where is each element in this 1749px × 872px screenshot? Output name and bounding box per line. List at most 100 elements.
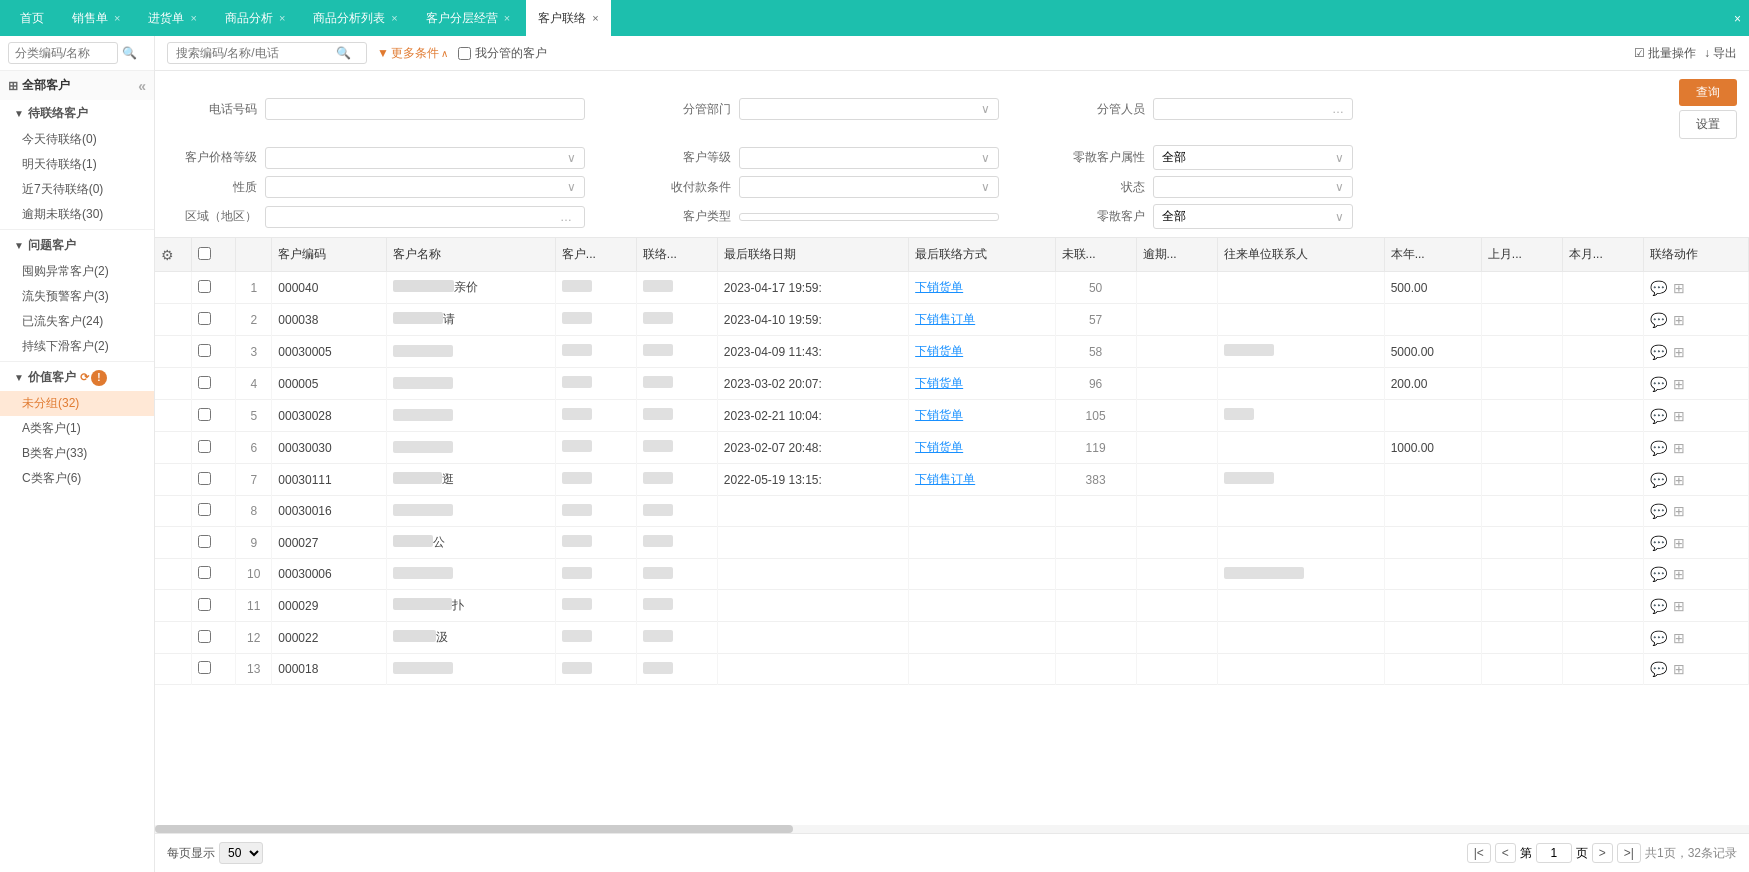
sidebar-item-lost[interactable]: 已流失客户(24): [0, 309, 154, 334]
row-checkbox-input[interactable]: [198, 566, 211, 579]
sidebar-item-overdue[interactable]: 逾期未联络(30): [0, 202, 154, 227]
filter-price-grade-select[interactable]: ∨: [265, 147, 585, 169]
qrcode-icon[interactable]: ⊞: [1673, 503, 1685, 519]
th-type[interactable]: 客户...: [555, 238, 636, 272]
horizontal-scrollbar[interactable]: [155, 825, 1749, 833]
qrcode-icon[interactable]: ⊞: [1673, 344, 1685, 360]
th-name[interactable]: 客户名称: [386, 238, 555, 272]
row-checkbox-input[interactable]: [198, 440, 211, 453]
sidebar-search-input[interactable]: [8, 42, 118, 64]
sidebar-item-declining[interactable]: 持续下滑客户(2): [0, 334, 154, 359]
qrcode-icon[interactable]: ⊞: [1673, 312, 1685, 328]
nav-tab-customer-segment[interactable]: 客户分层经营 ×: [414, 0, 522, 36]
close-all-button[interactable]: ×: [1734, 9, 1741, 27]
last-page-button[interactable]: >|: [1617, 843, 1641, 863]
th-contact[interactable]: 联络...: [636, 238, 717, 272]
per-page-select[interactable]: 50: [219, 842, 263, 864]
sidebar-item-a-class[interactable]: A类客户(1): [0, 416, 154, 441]
search-icon[interactable]: 🔍: [122, 46, 137, 60]
search-icon[interactable]: 🔍: [336, 46, 351, 60]
last-way-link[interactable]: 下销货单: [915, 344, 963, 358]
qrcode-icon[interactable]: ⊞: [1673, 440, 1685, 456]
filter-ctype-select[interactable]: [739, 213, 999, 221]
nav-tab-analysis-list[interactable]: 商品分析列表 ×: [301, 0, 409, 36]
chat-icon[interactable]: 💬: [1650, 280, 1667, 296]
my-customers-checkbox[interactable]: 我分管的客户: [458, 45, 547, 62]
sidebar-group-problem[interactable]: ▼ 问题客户: [0, 232, 154, 259]
chat-icon[interactable]: 💬: [1650, 344, 1667, 360]
row-checkbox-input[interactable]: [198, 472, 211, 485]
th-partner[interactable]: 往来单位联系人: [1217, 238, 1384, 272]
filter-retail-attr-select[interactable]: 全部 ∨: [1153, 145, 1353, 170]
filter-dept-select[interactable]: ∨: [739, 98, 999, 120]
chat-icon[interactable]: 💬: [1650, 408, 1667, 424]
qrcode-icon[interactable]: ⊞: [1673, 566, 1685, 582]
filter-retail-select[interactable]: 全部 ∨: [1153, 204, 1353, 229]
chat-icon[interactable]: 💬: [1650, 566, 1667, 582]
qrcode-icon[interactable]: ⊞: [1673, 408, 1685, 424]
filter-nature-select[interactable]: ∨: [265, 176, 585, 198]
row-checkbox-input[interactable]: [198, 280, 211, 293]
th-this-year[interactable]: 本年...: [1384, 238, 1481, 272]
qrcode-icon[interactable]: ⊞: [1673, 280, 1685, 296]
chat-icon[interactable]: 💬: [1650, 598, 1667, 614]
settings-icon[interactable]: ⚙: [161, 247, 174, 263]
chat-icon[interactable]: 💬: [1650, 503, 1667, 519]
query-button[interactable]: 查询: [1679, 79, 1737, 106]
th-uncontacted[interactable]: 未联...: [1055, 238, 1136, 272]
select-all-checkbox[interactable]: [198, 247, 211, 260]
nav-tab-analysis[interactable]: 商品分析 ×: [213, 0, 297, 36]
row-checkbox-input[interactable]: [198, 344, 211, 357]
chat-icon[interactable]: 💬: [1650, 661, 1667, 677]
refresh-icon[interactable]: ⟳: [80, 371, 89, 384]
filter-phone-input[interactable]: [265, 98, 585, 120]
qrcode-icon[interactable]: ⊞: [1673, 661, 1685, 677]
row-checkbox-input[interactable]: [198, 630, 211, 643]
qrcode-icon[interactable]: ⊞: [1673, 630, 1685, 646]
chat-icon[interactable]: 💬: [1650, 630, 1667, 646]
chat-icon[interactable]: 💬: [1650, 440, 1667, 456]
th-overdue[interactable]: 逾期...: [1136, 238, 1217, 272]
sidebar-group-pending[interactable]: ▼ 待联络客户: [0, 100, 154, 127]
row-checkbox-input[interactable]: [198, 535, 211, 548]
chat-icon[interactable]: 💬: [1650, 535, 1667, 551]
sidebar-item-abnormal[interactable]: 囤购异常客户(2): [0, 259, 154, 284]
first-page-button[interactable]: |<: [1467, 843, 1491, 863]
next-page-button[interactable]: >: [1592, 843, 1613, 863]
qrcode-icon[interactable]: ⊞: [1673, 598, 1685, 614]
chat-icon[interactable]: 💬: [1650, 312, 1667, 328]
filter-region-select[interactable]: …: [265, 206, 585, 228]
qrcode-icon[interactable]: ⊞: [1673, 376, 1685, 392]
nav-tab-customer-contact[interactable]: 客户联络 ×: [526, 0, 610, 36]
prev-page-button[interactable]: <: [1495, 843, 1516, 863]
close-icon[interactable]: ×: [391, 12, 397, 24]
row-checkbox-input[interactable]: [198, 312, 211, 325]
sidebar-item-today[interactable]: 今天待联络(0): [0, 127, 154, 152]
my-customers-input[interactable]: [458, 47, 471, 60]
main-search-input[interactable]: [176, 46, 336, 60]
sidebar-item-b-class[interactable]: B类客户(33): [0, 441, 154, 466]
last-way-link[interactable]: 下销货单: [915, 408, 963, 422]
filter-status-select[interactable]: ∨: [1153, 176, 1353, 198]
close-icon[interactable]: ×: [504, 12, 510, 24]
th-code[interactable]: 客户编码: [272, 238, 386, 272]
page-input[interactable]: [1536, 843, 1572, 863]
reset-button[interactable]: 设置: [1679, 110, 1737, 139]
row-checkbox-input[interactable]: [198, 598, 211, 611]
th-last-month[interactable]: 上月...: [1481, 238, 1562, 272]
chat-icon[interactable]: 💬: [1650, 472, 1667, 488]
export-button[interactable]: ↓ 导出: [1704, 45, 1737, 62]
nav-tab-sales[interactable]: 销售单 ×: [60, 0, 132, 36]
filter-manager-select[interactable]: …: [1153, 98, 1353, 120]
more-conditions-button[interactable]: ▼ 更多条件 ∧: [377, 45, 448, 62]
row-checkbox-input[interactable]: [198, 661, 211, 674]
collapse-icon[interactable]: «: [138, 78, 146, 94]
close-icon[interactable]: ×: [279, 12, 285, 24]
sidebar-item-tomorrow[interactable]: 明天待联络(1): [0, 152, 154, 177]
qrcode-icon[interactable]: ⊞: [1673, 535, 1685, 551]
close-icon[interactable]: ×: [190, 12, 196, 24]
last-way-link[interactable]: 下销售订单: [915, 472, 975, 486]
sidebar-item-churn-warning[interactable]: 流失预警客户(3): [0, 284, 154, 309]
row-checkbox-input[interactable]: [198, 376, 211, 389]
qrcode-icon[interactable]: ⊞: [1673, 472, 1685, 488]
